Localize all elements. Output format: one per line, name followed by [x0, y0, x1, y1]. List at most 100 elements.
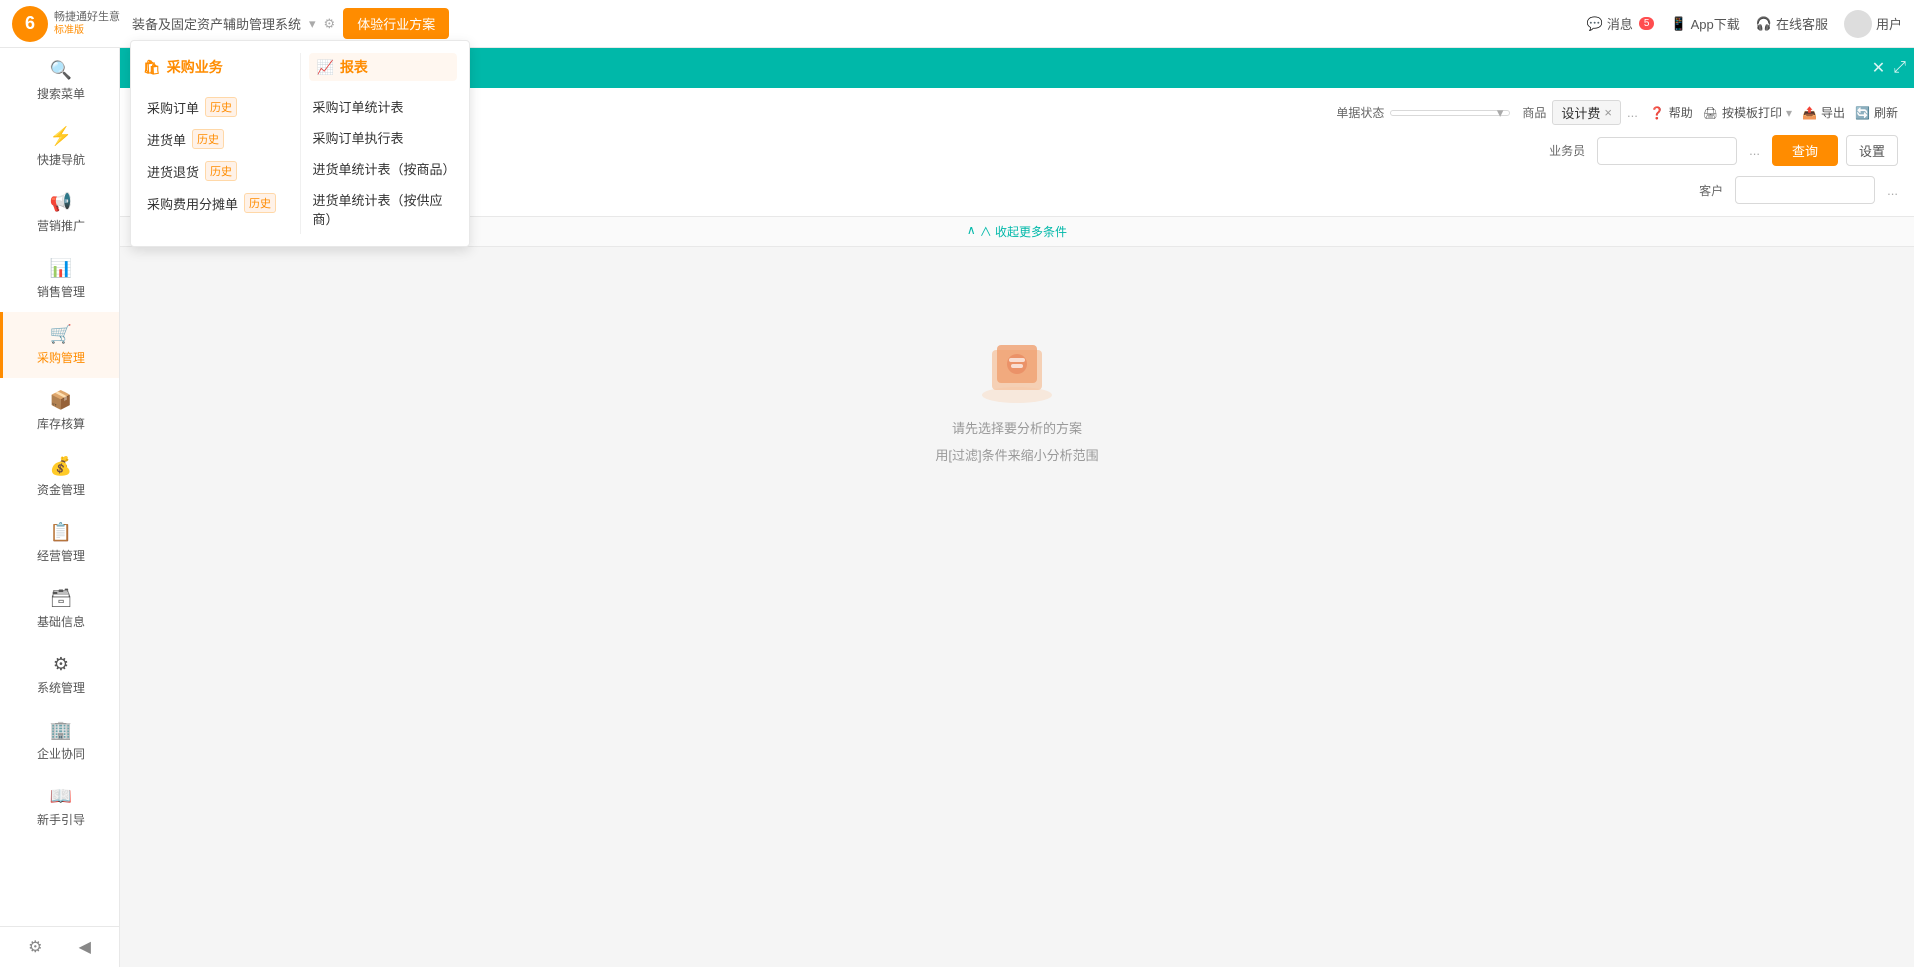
report-menu-icon: 📈 — [317, 59, 334, 76]
search-icon: 🔍 — [50, 60, 72, 81]
sidebar-item-basic[interactable]: 🗃 基础信息 — [0, 576, 119, 642]
print-dropdown-icon[interactable]: ▾ — [1786, 106, 1792, 120]
collapse-label: ∧ 收起更多条件 — [980, 223, 1067, 240]
salesperson-more-dots[interactable]: ... — [1749, 143, 1760, 158]
logo-text: 畅捷通好生意 标准版 — [54, 10, 120, 37]
logo-icon: 6 — [12, 6, 48, 42]
sidebar-item-inventory[interactable]: 📦 库存核算 — [0, 378, 119, 444]
history-tag-1: 历史 — [205, 97, 237, 117]
sidebar-item-quick-nav[interactable]: ⚡ 快捷导航 — [0, 114, 119, 180]
tab-close-window-icon[interactable]: ✕ — [1872, 58, 1885, 78]
purchase-icon: 🛒 — [50, 324, 72, 345]
reports-column: 📈 报表 采购订单统计表 采购订单执行表 进货单统计表（按商品） 进货单统计表（… — [309, 53, 458, 234]
goods-tag[interactable]: 设计费 × — [1552, 100, 1621, 125]
salesperson-label: 业务员 — [1549, 142, 1585, 159]
inventory-icon: 📦 — [50, 390, 72, 411]
dropdown-item-stockin-by-supplier[interactable]: 进货单统计表（按供应商） — [309, 184, 458, 234]
sidebar-item-label: 基础信息 — [37, 613, 85, 630]
query-button[interactable]: 查询 — [1772, 135, 1838, 166]
print-button[interactable]: 🖨 按模板打印 ▾ — [1703, 104, 1792, 121]
dropdown-item-expense[interactable]: 采购费用分摊单 历史 — [143, 187, 292, 219]
customer-more-dots[interactable]: ... — [1887, 183, 1898, 198]
sidebar-item-label: 库存核算 — [37, 415, 85, 432]
goods-filter-more-dots[interactable]: ... — [1627, 105, 1638, 120]
refresh-button[interactable]: 🔄 刷新 — [1855, 104, 1898, 121]
sidebar-item-label: 新手引导 — [37, 811, 85, 828]
online-service-button[interactable]: 🎧 在线客服 — [1756, 14, 1828, 33]
user-menu-button[interactable]: 用户 — [1844, 10, 1902, 38]
goods-tag-value: 设计费 — [1561, 103, 1600, 122]
marketing-icon: 📢 — [50, 192, 72, 213]
stockin-by-goods-label: 进货单统计表（按商品） — [313, 159, 454, 178]
enterprise-icon: 🏢 — [50, 720, 72, 741]
guide-icon: 📖 — [50, 786, 72, 807]
message-badge: 5 — [1639, 17, 1655, 30]
doc-status-label: 单据状态 — [1336, 104, 1384, 121]
help-label: 帮助 — [1669, 104, 1693, 121]
export-label: 导出 — [1821, 104, 1845, 121]
return-label: 进货退货 — [147, 162, 199, 181]
sidebar-bottom: ⚙ ◀ — [0, 926, 119, 967]
refresh-label: 刷新 — [1874, 104, 1898, 121]
app-download-button[interactable]: 📱 App下载 — [1670, 14, 1739, 33]
print-icon: 🖨 — [1703, 106, 1718, 120]
purchase-order-label: 采购订单 — [147, 98, 199, 117]
sidebar-item-label: 企业协同 — [37, 745, 85, 762]
message-label: 消息 — [1607, 14, 1633, 33]
sidebar-item-purchase[interactable]: 🛒 采购管理 — [0, 312, 119, 378]
setting-button[interactable]: 设置 — [1846, 135, 1898, 166]
doc-status-filter: 单据状态 ▾ — [1336, 104, 1510, 121]
export-button[interactable]: 📤 导出 — [1802, 104, 1845, 121]
topbar-title-area: 装备及固定资产辅助管理系统 ▾ ⚙ 体验行业方案 — [132, 8, 1587, 39]
order-stats-label: 采购订单统计表 — [313, 97, 404, 116]
sidebar-item-enterprise[interactable]: 🏢 企业协同 — [0, 708, 119, 774]
dropdown-item-return[interactable]: 进货退货 历史 — [143, 155, 292, 187]
message-button[interactable]: 💬 消息 5 — [1587, 14, 1655, 33]
sidebar-item-marketing[interactable]: 📢 营销推广 — [0, 180, 119, 246]
sidebar-item-label: 营销推广 — [37, 217, 85, 234]
customer-input[interactable] — [1735, 176, 1875, 204]
sidebar-item-system[interactable]: ⚙ 系统管理 — [0, 642, 119, 708]
salesperson-input[interactable] — [1597, 137, 1737, 165]
avatar — [1844, 10, 1872, 38]
topbar-right: 💬 消息 5 📱 App下载 🎧 在线客服 用户 — [1587, 10, 1902, 38]
dropdown-item-purchase-order[interactable]: 采购订单 历史 — [143, 91, 292, 123]
service-label: 在线客服 — [1776, 14, 1828, 33]
sidebar: 🔍 搜索菜单 ⚡ 快捷导航 📢 营销推广 📊 销售管理 🛒 采购管理 📦 库存核… — [0, 48, 120, 967]
collapse-sidebar-icon[interactable]: ◀ — [79, 937, 91, 957]
tabbar-right-actions: ✕ ⤢ — [1872, 58, 1906, 78]
dropdown-arrow-icon[interactable]: ▾ — [309, 16, 316, 32]
solution-button[interactable]: 体验行业方案 — [343, 8, 449, 39]
sidebar-item-search[interactable]: 🔍 搜索菜单 — [0, 48, 119, 114]
sidebar-item-label: 经营管理 — [37, 547, 85, 564]
reports-section-title: 📈 报表 — [309, 53, 458, 81]
goods-tag-remove[interactable]: × — [1604, 105, 1612, 120]
gear-icon[interactable]: ⚙ — [324, 16, 336, 32]
history-tag-4: 历史 — [244, 193, 276, 213]
settings-bottom-icon[interactable]: ⚙ — [28, 937, 42, 957]
purchase-column: 🛍 采购业务 采购订单 历史 进货单 历史 进货退货 历史 采购费用分摊单 — [143, 53, 292, 234]
export-icon: 📤 — [1802, 106, 1817, 120]
sidebar-item-guide[interactable]: 📖 新手引导 — [0, 774, 119, 840]
sidebar-item-operation[interactable]: 📋 经营管理 — [0, 510, 119, 576]
purchase-section-title: 🛍 采购业务 — [143, 53, 292, 81]
dropdown-item-stockin-by-goods[interactable]: 进货单统计表（按商品） — [309, 153, 458, 184]
empty-hint-2: 用[过滤]条件来缩小分析范围 — [935, 445, 1098, 464]
doc-status-select[interactable]: ▾ — [1390, 110, 1510, 116]
logo-area: 6 畅捷通好生意 标准版 — [12, 6, 132, 42]
dropdown-item-order-stats[interactable]: 采购订单统计表 — [309, 91, 458, 122]
tab-expand-icon[interactable]: ⤢ — [1893, 59, 1906, 77]
goods-label: 商品 — [1522, 104, 1546, 121]
empty-state: 请先选择要分析的方案 用[过滤]条件来缩小分析范围 — [120, 247, 1914, 547]
query-buttons: 查询 设置 — [1772, 135, 1898, 166]
help-button[interactable]: ❓ 帮助 — [1650, 104, 1693, 121]
phone-icon: 📱 — [1670, 16, 1686, 32]
service-icon: 🎧 — [1756, 16, 1772, 32]
empty-hint-1: 请先选择要分析的方案 — [952, 418, 1082, 437]
message-icon: 💬 — [1587, 16, 1603, 32]
history-tag-2: 历史 — [192, 129, 224, 149]
dropdown-item-order-exec[interactable]: 采购订单执行表 — [309, 122, 458, 153]
dropdown-item-stock-in[interactable]: 进货单 历史 — [143, 123, 292, 155]
sidebar-item-sales[interactable]: 📊 销售管理 — [0, 246, 119, 312]
sidebar-item-finance[interactable]: 💰 资金管理 — [0, 444, 119, 510]
